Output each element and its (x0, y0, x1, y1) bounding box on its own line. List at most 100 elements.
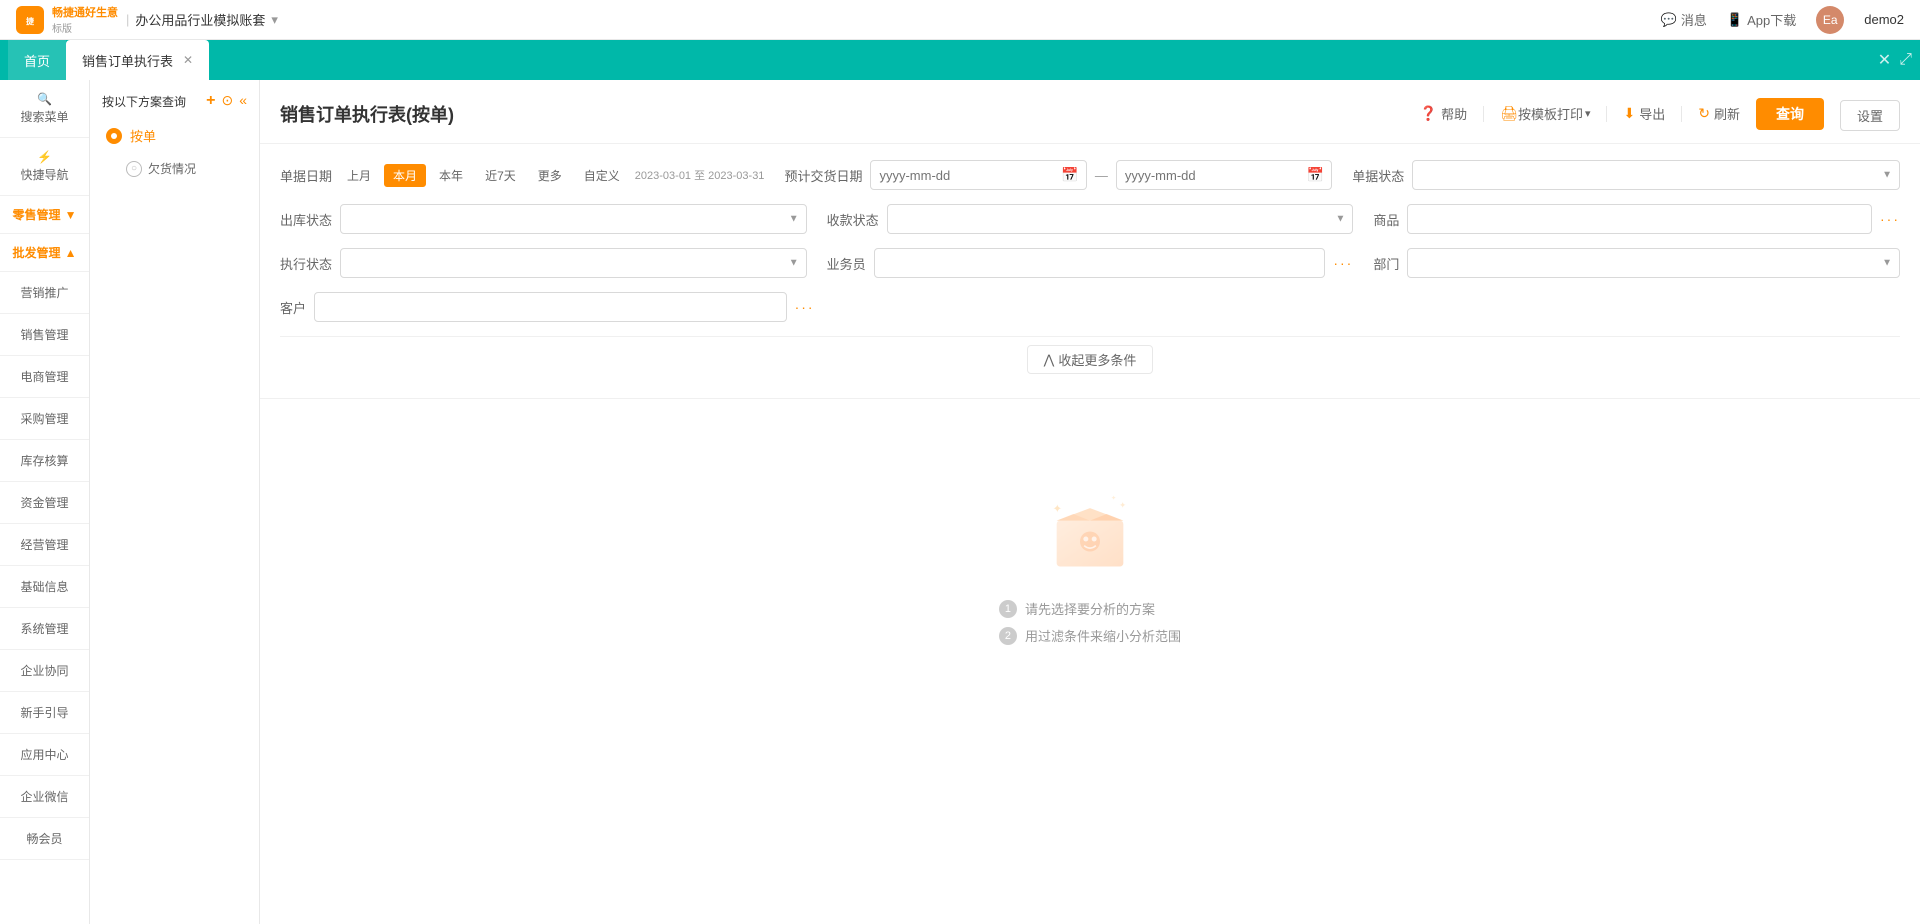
settings-btn[interactable]: 设置 (1840, 100, 1900, 131)
calendar-end-icon[interactable]: 📅 (1307, 167, 1324, 184)
sidebar-item-retail[interactable]: 零售管理 ▼ (0, 196, 89, 234)
query-btn[interactable]: 查询 (1756, 98, 1824, 130)
sidebar-item-enterprise[interactable]: 企业协同 (0, 650, 89, 692)
sidebar-item-basic[interactable]: 基础信息 (0, 566, 89, 608)
sidebar-item-member[interactable]: 畅会员 (0, 818, 89, 860)
goods-more-btn[interactable]: ··· (1880, 211, 1900, 227)
sidebar-item-wholesale[interactable]: 批发管理 ▲ (0, 234, 89, 272)
expected-date-start-input[interactable] (870, 160, 1086, 190)
exec-status-label: 执行状态 (280, 254, 332, 273)
expected-date-end-input[interactable] (1116, 160, 1332, 190)
top-header: 捷 畅捷通好生意 标版 | 办公用品行业模拟账套 ▾ 💬 消息 📱 App下载 … (0, 0, 1920, 40)
exec-status-select[interactable] (340, 248, 807, 278)
payment-status-group: 收款状态 (827, 204, 1354, 234)
tab-home[interactable]: 首页 (8, 40, 66, 80)
download-icon: 📱 (1727, 12, 1743, 28)
customer-input[interactable] (314, 292, 787, 322)
empty-state: ✦ ✦ ✦ 1 请先选择要分析的方案 2 用过滤条件来缩小分析范围 (260, 399, 1920, 725)
refresh-btn[interactable]: ↻ 刷新 (1698, 104, 1740, 123)
dept-group: 部门 (1373, 248, 1900, 278)
date-label: 单据日期 (280, 166, 332, 185)
sidebar-item-sales[interactable]: 销售管理 (0, 314, 89, 356)
divider-1 (1483, 106, 1484, 122)
salesperson-group: 业务员 ··· (827, 248, 1354, 278)
add-scheme-btn[interactable]: + (206, 92, 215, 110)
sidebar-item-appstore[interactable]: 应用中心 (0, 734, 89, 776)
dept-select[interactable] (1407, 248, 1900, 278)
sidebar-item-finance[interactable]: 资金管理 (0, 482, 89, 524)
salesperson-more-btn[interactable]: ··· (1333, 255, 1353, 271)
salesperson-input[interactable] (874, 248, 1326, 278)
sidebar-search[interactable]: 🔍 搜索菜单 (0, 80, 89, 138)
status-select-wrap (1412, 160, 1900, 190)
avatar[interactable]: Ea (1816, 6, 1844, 34)
quick-date-this-year[interactable]: 本年 (430, 164, 472, 187)
goods-input[interactable] (1407, 204, 1872, 234)
refresh-icon: ↻ (1698, 105, 1710, 122)
tip-num-1: 1 (999, 600, 1017, 618)
sidebar-item-inventory[interactable]: 库存核算 (0, 440, 89, 482)
collapse-row: ⋀ 收起更多条件 (280, 336, 1900, 382)
tab-sales-exec[interactable]: 销售订单执行表 ✕ (66, 40, 209, 80)
sidebar-item-purchase[interactable]: 采购管理 (0, 398, 89, 440)
page-title: 销售订单执行表(按单) (280, 101, 454, 127)
username-label: demo2 (1864, 12, 1904, 27)
payment-status-select[interactable] (887, 204, 1354, 234)
scheme-debt[interactable]: ○ 欠货情况 (90, 153, 259, 184)
scheme-dot-filled (106, 128, 122, 144)
header-right: 💬 消息 📱 App下载 Ea demo2 (1661, 6, 1904, 34)
quick-date-this-month[interactable]: 本月 (384, 164, 426, 187)
sidebar-item-guide[interactable]: 新手引导 (0, 692, 89, 734)
collapse-btn[interactable]: ⋀ 收起更多条件 (1027, 345, 1154, 374)
quick-date-custom[interactable]: 自定义 (575, 164, 629, 187)
tab-close-icon[interactable]: ✕ (183, 53, 193, 67)
page-content: 销售订单执行表(按单) ❓ 帮助 🖨 按模板打印 ▾ ⬇ (260, 80, 1920, 924)
date-separator: — (1095, 168, 1108, 183)
wholesale-arrow-icon: ▲ (65, 246, 77, 260)
left-panel: 按以下方案查询 + ⊙ « 按单 ○ 欠货情况 (90, 80, 260, 924)
divider-3 (1681, 106, 1682, 122)
empty-tip-1: 1 请先选择要分析的方案 (999, 599, 1181, 618)
expected-date-label: 预计交货日期 (784, 166, 862, 185)
quick-date-more[interactable]: 更多 (529, 164, 571, 187)
print-dropdown-arrow-icon[interactable]: ▾ (1585, 107, 1591, 120)
ship-status-select[interactable] (340, 204, 807, 234)
goods-group: 商品 ··· (1373, 204, 1900, 234)
main-layout: 🔍 搜索菜单 ⚡ 快捷导航 零售管理 ▼ 批发管理 ▲ 营销推广 销售管理 电商… (0, 80, 1920, 924)
sidebar-item-system[interactable]: 系统管理 (0, 608, 89, 650)
collapse-up-icon: ⋀ (1044, 352, 1055, 368)
sidebar-item-marketing[interactable]: 营销推广 (0, 272, 89, 314)
calendar-start-icon[interactable]: 📅 (1061, 167, 1078, 184)
customer-more-btn[interactable]: ··· (795, 299, 815, 315)
left-panel-actions: + ⊙ « (206, 92, 247, 110)
tab-close-all-btn[interactable]: ✕ (1878, 50, 1891, 70)
print-btn[interactable]: 🖨 按模板打印 ▾ (1500, 104, 1590, 123)
quick-date-7days[interactable]: 近7天 (476, 164, 525, 187)
scheme-query-label: 按以下方案查询 (102, 93, 186, 110)
message-icon: 💬 (1661, 12, 1677, 28)
divider-2 (1606, 106, 1607, 122)
retail-arrow-icon: ▼ (65, 208, 77, 222)
help-btn[interactable]: ❓ 帮助 (1420, 104, 1467, 123)
app-download-btn[interactable]: 📱 App下载 (1727, 10, 1796, 29)
date-filter-group: 单据日期 上月 本月 本年 近7天 更多 自定义 2023-03-01 至 20… (280, 164, 764, 187)
sidebar-item-wechat[interactable]: 企业微信 (0, 776, 89, 818)
settings-scheme-btn[interactable]: ⊙ (221, 92, 233, 110)
quick-date-last-month[interactable]: 上月 (338, 164, 380, 187)
breadcrumb-arrow-icon[interactable]: ▾ (271, 12, 278, 28)
dept-select-wrap (1407, 248, 1900, 278)
export-btn[interactable]: ⬇ 导出 (1623, 104, 1665, 123)
customer-group: 客户 ··· (280, 292, 815, 322)
collapse-panel-btn[interactable]: « (239, 92, 247, 110)
scheme-by-order[interactable]: 按单 (90, 118, 259, 153)
sidebar-quicknav[interactable]: ⚡ 快捷导航 (0, 138, 89, 196)
exec-status-group: 执行状态 (280, 248, 807, 278)
status-select[interactable] (1412, 160, 1900, 190)
ship-status-select-wrap (340, 204, 807, 234)
sidebar-item-ecommerce[interactable]: 电商管理 (0, 356, 89, 398)
tab-expand-btn[interactable]: ⤢ (1899, 51, 1912, 69)
dept-label: 部门 (1373, 254, 1399, 273)
date-range-text: 2023-03-01 至 2023-03-31 (635, 167, 765, 183)
message-btn[interactable]: 💬 消息 (1661, 10, 1707, 29)
sidebar-item-operation[interactable]: 经营管理 (0, 524, 89, 566)
